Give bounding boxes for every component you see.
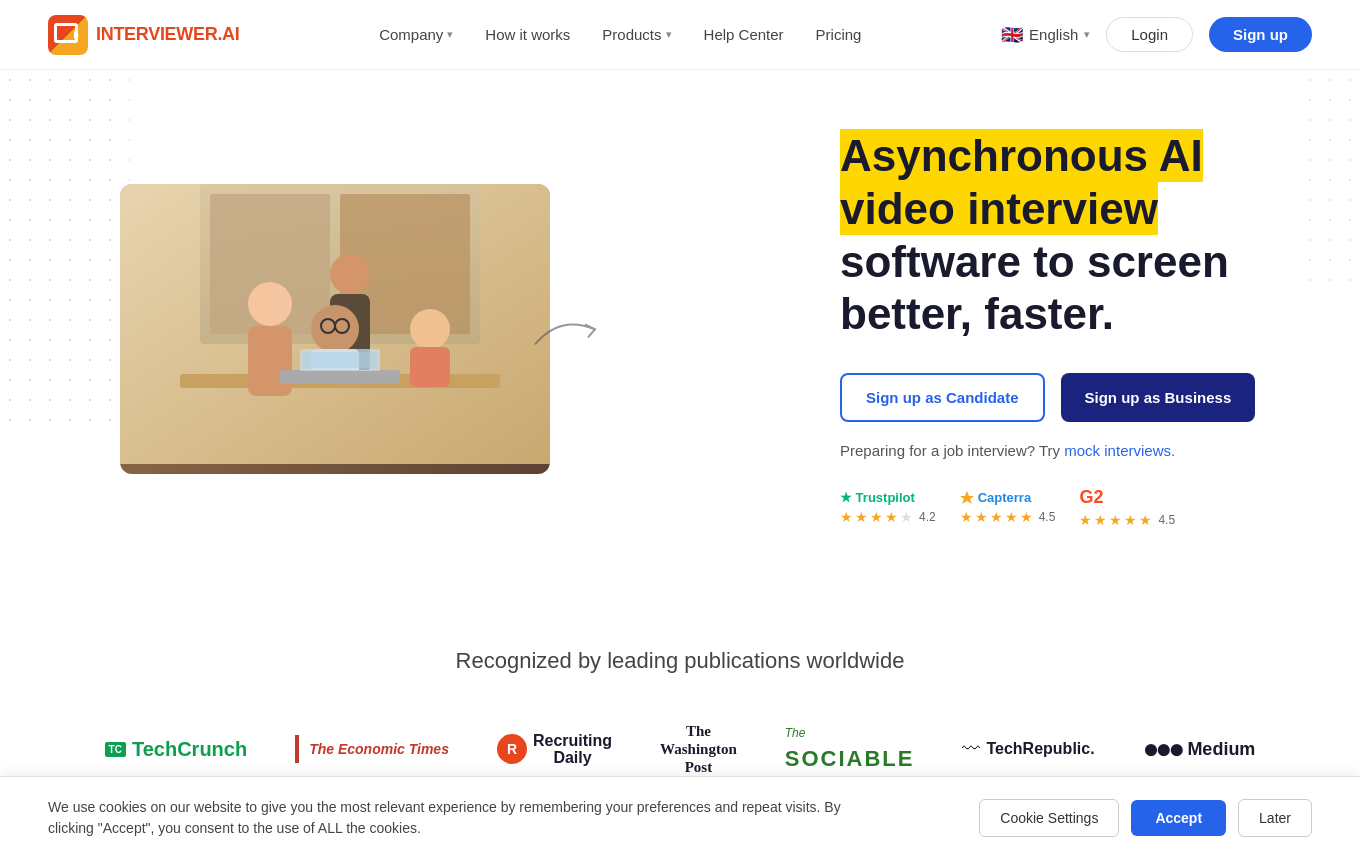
signup-candidate-button[interactable]: Sign up as Candidate xyxy=(840,373,1045,422)
publications-title: Recognized by leading publications world… xyxy=(80,648,1280,674)
chevron-down-icon: ▾ xyxy=(1084,28,1090,41)
logo-text: INTERVIEWER.AI xyxy=(96,24,240,45)
signup-business-button[interactable]: Sign up as Business xyxy=(1061,373,1256,422)
techcrunch-logo[interactable]: TC TechCrunch xyxy=(105,738,248,761)
capterra-rating: Capterra ★ ★ ★ ★ ★ 4.5 xyxy=(960,490,1056,525)
hero-buttons: Sign up as Candidate Sign up as Business xyxy=(840,373,1280,422)
signup-button[interactable]: Sign up xyxy=(1209,17,1312,52)
capterra-logo: Capterra xyxy=(960,490,1031,505)
trustpilot-stars: ★ ★ ★ ★ ★ 4.2 xyxy=(840,509,936,525)
svg-rect-15 xyxy=(280,370,400,384)
cookie-actions: Cookie Settings Accept Later xyxy=(979,799,1312,837)
sociable-logo[interactable]: The SOCIABLE xyxy=(785,726,915,772)
g2-stars: ★ ★ ★ ★ ★ 4.5 xyxy=(1079,512,1175,528)
capterra-stars: ★ ★ ★ ★ ★ 4.5 xyxy=(960,509,1056,525)
et-bar-icon xyxy=(295,735,299,763)
nav-company[interactable]: Company ▾ xyxy=(379,26,453,43)
language-selector[interactable]: 🇬🇧 English ▾ xyxy=(1001,24,1090,46)
cookie-banner: We use cookies on our website to give yo… xyxy=(0,776,1360,859)
nav-pricing[interactable]: Pricing xyxy=(816,26,862,43)
svg-rect-17 xyxy=(410,347,450,387)
economic-times-logo[interactable]: The Economic Times xyxy=(295,735,449,763)
chevron-down-icon: ▾ xyxy=(447,28,453,41)
medium-logo[interactable]: ●●● Medium xyxy=(1143,733,1256,765)
hero-section: Asynchronous AI video interview software… xyxy=(0,70,1360,588)
logo-icon xyxy=(48,15,88,55)
medium-dots-icon: ●●● xyxy=(1143,733,1182,765)
logo[interactable]: INTERVIEWER.AI xyxy=(48,15,240,55)
svg-point-7 xyxy=(330,254,370,294)
flag-icon: 🇬🇧 xyxy=(1001,24,1023,46)
trustpilot-rating: ★ Trustpilot ★ ★ ★ ★ ★ 4.2 xyxy=(840,490,936,525)
dot-pattern-right xyxy=(1300,70,1360,290)
svg-rect-6 xyxy=(248,326,292,396)
cookie-later-button[interactable]: Later xyxy=(1238,799,1312,837)
hero-title: Asynchronous AI video interview software… xyxy=(840,130,1280,341)
hero-image-wrap xyxy=(120,184,550,474)
hero-title-line2: software to screen better, faster. xyxy=(840,237,1229,339)
language-label: English xyxy=(1029,26,1078,43)
arrow-decoration xyxy=(530,309,610,358)
hero-image xyxy=(120,184,550,474)
dot-pattern-left xyxy=(0,70,130,430)
svg-point-16 xyxy=(410,309,450,349)
nav-actions: 🇬🇧 English ▾ Login Sign up xyxy=(1001,17,1312,52)
chevron-down-icon: ▾ xyxy=(666,28,672,41)
nav-links: Company ▾ How it works Products ▾ Help C… xyxy=(379,26,861,43)
cookie-settings-button[interactable]: Cookie Settings xyxy=(979,799,1119,837)
mock-interviews-link[interactable]: mock interviews. xyxy=(1064,442,1175,459)
svg-rect-19 xyxy=(303,352,377,368)
trustpilot-logo: ★ Trustpilot xyxy=(840,490,915,505)
cookie-accept-button[interactable]: Accept xyxy=(1131,800,1226,836)
cookie-text: We use cookies on our website to give yo… xyxy=(48,797,848,839)
ratings-section: ★ Trustpilot ★ ★ ★ ★ ★ 4.2 Capterra xyxy=(840,487,1280,528)
rd-icon: R xyxy=(497,734,527,764)
recruiting-daily-logo[interactable]: R RecruitingDaily xyxy=(497,732,612,767)
login-button[interactable]: Login xyxy=(1106,17,1193,52)
navbar: INTERVIEWER.AI Company ▾ How it works Pr… xyxy=(0,0,1360,70)
hero-content: Asynchronous AI video interview software… xyxy=(760,130,1280,528)
svg-point-5 xyxy=(248,282,292,326)
hero-people-illustration xyxy=(120,184,550,474)
techrepublic-wave-icon: 〰 xyxy=(962,739,980,760)
g2-logo: G2 xyxy=(1079,487,1103,508)
hero-title-highlight: Asynchronous AI video interview xyxy=(840,129,1203,235)
nav-how-it-works[interactable]: How it works xyxy=(485,26,570,43)
svg-marker-20 xyxy=(960,491,974,504)
nav-help-center[interactable]: Help Center xyxy=(704,26,784,43)
g2-rating: G2 ★ ★ ★ ★ ★ 4.5 xyxy=(1079,487,1175,528)
hero-mock-text: Preparing for a job interview? Try mock … xyxy=(840,442,1280,459)
techrepublic-logo[interactable]: 〰 TechRepublic. xyxy=(962,739,1094,760)
washington-post-logo[interactable]: TheWashingtonPost xyxy=(660,722,737,776)
nav-products[interactable]: Products ▾ xyxy=(602,26,671,43)
